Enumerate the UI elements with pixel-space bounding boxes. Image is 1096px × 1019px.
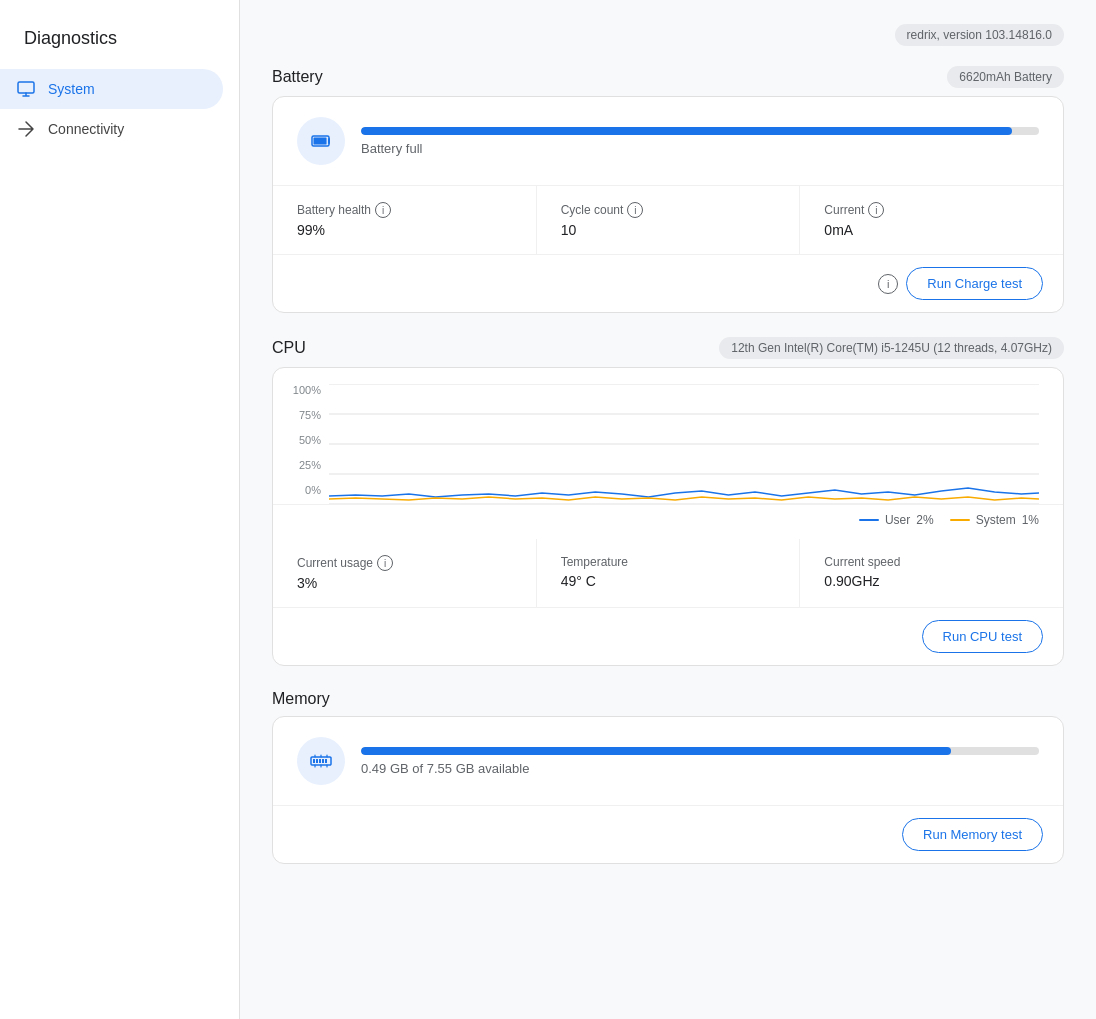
- version-badge: redrix, version 103.14816.0: [895, 24, 1064, 46]
- battery-health-cell: Battery health i 99%: [273, 186, 537, 254]
- svg-rect-0: [18, 82, 34, 93]
- app-title: Diagnostics: [0, 16, 239, 69]
- cpu-temp-value: 49° C: [561, 573, 776, 589]
- sidebar: Diagnostics System Connectivity: [0, 0, 240, 1019]
- monitor-icon: [16, 79, 36, 99]
- cpu-stats-row: Current usage i 3% Temperature 49° C Cur…: [273, 539, 1063, 608]
- cpu-badge: 12th Gen Intel(R) Core(TM) i5-1245U (12 …: [719, 337, 1064, 359]
- battery-cycle-cell: Cycle count i 10: [537, 186, 801, 254]
- memory-icon: [309, 749, 333, 773]
- cpu-chart-area: [329, 384, 1039, 504]
- battery-icon: [309, 129, 333, 153]
- cpu-usage-cell: Current usage i 3%: [273, 539, 537, 607]
- sidebar-item-connectivity[interactable]: Connectivity: [0, 109, 223, 149]
- battery-cycle-info-icon[interactable]: i: [627, 202, 643, 218]
- battery-main: Battery full: [273, 97, 1063, 186]
- cpu-section-header: CPU 12th Gen Intel(R) Core(TM) i5-1245U …: [272, 337, 1064, 359]
- cpu-chart-legend: User 2% System 1%: [273, 505, 1063, 539]
- battery-current-cell: Current i 0mA: [800, 186, 1063, 254]
- cpu-chart-svg: [329, 384, 1039, 504]
- battery-status-label: Battery full: [361, 141, 1039, 156]
- cpu-chart-section: 100% 75% 50% 25% 0%: [273, 368, 1063, 505]
- memory-section-title: Memory: [272, 690, 330, 708]
- memory-section-header: Memory: [272, 690, 1064, 708]
- sidebar-item-system-label: System: [48, 81, 95, 97]
- svg-rect-10: [313, 759, 315, 763]
- svg-rect-14: [325, 759, 327, 763]
- svg-rect-12: [319, 759, 321, 763]
- battery-progress-area: Battery full: [361, 127, 1039, 156]
- run-charge-test-button[interactable]: Run Charge test: [906, 267, 1043, 300]
- cpu-usage-label: Current usage i: [297, 555, 512, 571]
- battery-cycle-value: 10: [561, 222, 776, 238]
- cpu-legend-system: System 1%: [950, 513, 1039, 527]
- run-cpu-test-button[interactable]: Run CPU test: [922, 620, 1043, 653]
- memory-status-label: 0.49 GB of 7.55 GB available: [361, 761, 1039, 776]
- battery-stats-row: Battery health i 99% Cycle count i 10 Cu…: [273, 186, 1063, 255]
- svg-rect-11: [316, 759, 318, 763]
- battery-test-info-icon[interactable]: i: [878, 274, 898, 294]
- memory-main: 0.49 GB of 7.55 GB available: [273, 717, 1063, 806]
- battery-cycle-label: Cycle count i: [561, 202, 776, 218]
- connectivity-icon: [16, 119, 36, 139]
- battery-badge: 6620mAh Battery: [947, 66, 1064, 88]
- battery-health-value: 99%: [297, 222, 512, 238]
- sidebar-item-connectivity-label: Connectivity: [48, 121, 124, 137]
- battery-card: Battery full Battery health i 99% Cycle …: [272, 96, 1064, 313]
- svg-rect-13: [322, 759, 324, 763]
- cpu-speed-cell: Current speed 0.90GHz: [800, 539, 1063, 607]
- version-row: redrix, version 103.14816.0: [272, 24, 1064, 66]
- battery-section-header: Battery 6620mAh Battery: [272, 66, 1064, 88]
- cpu-usage-info-icon[interactable]: i: [377, 555, 393, 571]
- cpu-action-row: Run CPU test: [273, 608, 1063, 665]
- memory-progress-area: 0.49 GB of 7.55 GB available: [361, 747, 1039, 776]
- battery-section-title: Battery: [272, 68, 323, 86]
- battery-current-label: Current i: [824, 202, 1039, 218]
- cpu-speed-label: Current speed: [824, 555, 1039, 569]
- battery-health-label: Battery health i: [297, 202, 512, 218]
- battery-progress-bg: [361, 127, 1039, 135]
- cpu-usage-value: 3%: [297, 575, 512, 591]
- battery-icon-circle: [297, 117, 345, 165]
- memory-action-row: Run Memory test: [273, 806, 1063, 863]
- cpu-card: 100% 75% 50% 25% 0%: [272, 367, 1064, 666]
- battery-progress-fill: [361, 127, 1012, 135]
- main-content: redrix, version 103.14816.0 Battery 6620…: [240, 0, 1096, 1019]
- cpu-speed-value: 0.90GHz: [824, 573, 1039, 589]
- sidebar-item-system[interactable]: System: [0, 69, 223, 109]
- cpu-chart-y-labels: 100% 75% 50% 25% 0%: [289, 384, 329, 504]
- cpu-temp-cell: Temperature 49° C: [537, 539, 801, 607]
- cpu-legend-user: User 2%: [859, 513, 934, 527]
- system-legend-line: [950, 519, 970, 521]
- battery-current-value: 0mA: [824, 222, 1039, 238]
- memory-progress-fill: [361, 747, 951, 755]
- svg-rect-3: [314, 138, 327, 145]
- battery-current-info-icon[interactable]: i: [868, 202, 884, 218]
- user-legend-line: [859, 519, 879, 521]
- memory-progress-bg: [361, 747, 1039, 755]
- memory-card: 0.49 GB of 7.55 GB available Run Memory …: [272, 716, 1064, 864]
- run-memory-test-button[interactable]: Run Memory test: [902, 818, 1043, 851]
- memory-icon-circle: [297, 737, 345, 785]
- cpu-section-title: CPU: [272, 339, 306, 357]
- cpu-temp-label: Temperature: [561, 555, 776, 569]
- battery-action-row: i Run Charge test: [273, 255, 1063, 312]
- battery-health-info-icon[interactable]: i: [375, 202, 391, 218]
